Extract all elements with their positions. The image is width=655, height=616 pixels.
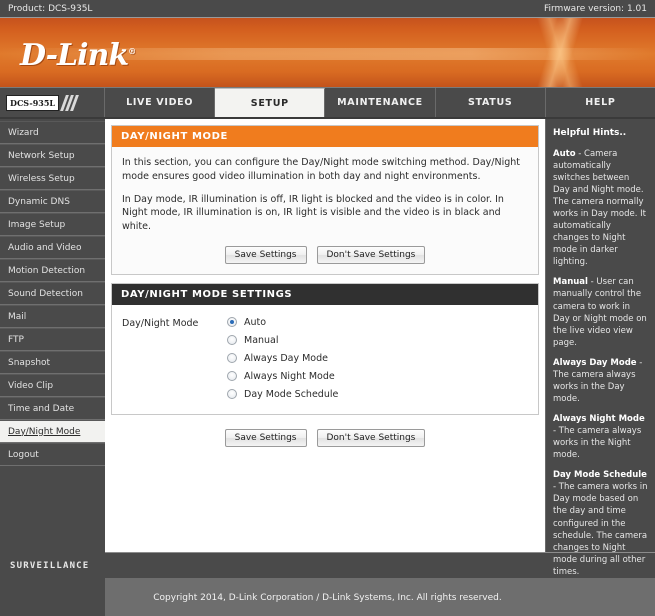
slash-decoration-icon [60,94,79,111]
tab-help[interactable]: HELP [545,88,655,117]
banner-diagonal-streak [465,18,655,87]
hint-term-always-day-mode: Always Day Mode [553,357,637,368]
radio-auto-icon[interactable] [227,317,237,328]
save-settings-button-top[interactable]: Save Settings [224,245,307,264]
radio-manual-label: Manual [244,334,279,346]
sidebar-item-dynamic-dns[interactable]: Dynamic DNS [0,190,105,213]
sidebar-item-ftp[interactable]: FTP [0,328,105,351]
hint-text-day-mode-schedule: - The camera works in Day mode based on … [553,482,648,577]
radio-option-day-mode-schedule[interactable]: Day Mode Schedule [227,389,338,400]
radio-manual-icon[interactable] [227,335,237,346]
sidebar-menu: Wizard Network Setup Wireless Setup Dyna… [0,119,105,616]
tab-setup[interactable]: SETUP [215,88,326,117]
trademark-icon: ® [128,46,136,56]
sidebar-item-audio-and-video[interactable]: Audio and Video [0,236,105,259]
intro-panel: DAY/NIGHT MODE In this section, you can … [111,125,539,275]
dont-save-settings-button-bottom[interactable]: Don't Save Settings [316,428,426,447]
sidebar-filler [0,466,105,616]
sidebar-item-wireless-setup[interactable]: Wireless Setup [0,167,105,190]
sidebar-item-motion-detection[interactable]: Motion Detection [0,259,105,282]
dlink-logo-text: D-Link [20,38,129,73]
model-badge: DCS-935L [0,88,105,117]
radio-always-day-mode-icon[interactable] [227,353,237,364]
sidebar-item-sound-detection[interactable]: Sound Detection [0,282,105,305]
radio-auto-label: Auto [244,316,267,328]
settings-panel: DAY/NIGHT MODE SETTINGS Day/Night Mode A… [111,282,539,415]
product-info-bar: Product: DCS-935L Firmware version: 1.01 [0,0,655,18]
hint-entry-day-mode-schedule: Day Mode Schedule - The camera works in … [553,469,648,578]
day-night-mode-field-row: Day/Night Mode Auto Manual Always Day Mo… [122,317,528,400]
intro-button-row: Save Settings Don't Save Settings [122,245,528,264]
intro-paragraph-2: In Day mode, IR illumination is off, IR … [122,193,504,233]
day-night-mode-label: Day/Night Mode [122,317,199,329]
hint-term-manual: Manual [553,277,588,288]
settings-button-row: Save Settings Don't Save Settings [111,428,539,447]
hint-entry-always-day-mode: Always Day Mode - The camera always work… [553,357,648,405]
tab-maintenance[interactable]: MAINTENANCE [325,88,436,117]
radio-option-manual[interactable]: Manual [227,335,338,346]
hint-entry-always-night-mode: Always Night Mode - The camera always wo… [553,413,648,461]
tab-status[interactable]: STATUS [435,88,546,117]
intro-panel-body: In this section, you can configure the D… [112,147,538,274]
surveillance-label: SURVEILLANCE [10,560,90,571]
sidebar-item-day-night-mode[interactable]: Day/Night Mode [0,420,105,443]
radio-always-day-mode-label: Always Day Mode [244,352,328,364]
radio-always-night-mode-label: Always Night Mode [244,370,335,382]
hint-text-manual: - User can manually control the camera t… [553,277,647,348]
radio-always-night-mode-icon[interactable] [227,371,237,382]
intro-paragraph-1: In this section, you can configure the D… [122,157,520,182]
main-content: DAY/NIGHT MODE In this section, you can … [105,119,545,552]
firmware-version-label: Firmware version: 1.01 [543,3,647,14]
radio-day-mode-schedule-icon[interactable] [227,389,237,400]
hint-term-day-mode-schedule: Day Mode Schedule [553,470,647,481]
intro-panel-title: DAY/NIGHT MODE [112,126,538,147]
sidebar-item-wizard[interactable]: Wizard [0,121,105,144]
tab-live-video[interactable]: LIVE VIDEO [105,88,216,117]
sidebar-item-mail[interactable]: Mail [0,305,105,328]
radio-option-auto[interactable]: Auto [227,317,338,328]
sidebar-item-logout[interactable]: Logout [0,443,105,466]
helpful-hints-panel: Helpful Hints.. Auto - Camera automatica… [545,119,655,577]
hint-text-auto: - Camera automatically switches between … [553,148,646,268]
dont-save-settings-button-top[interactable]: Don't Save Settings [316,245,426,264]
radio-day-mode-schedule-label: Day Mode Schedule [244,388,339,400]
hint-entry-auto: Auto - Camera automatically switches bet… [553,148,648,269]
day-night-mode-radio-group: Auto Manual Always Day Mode Always Night… [227,317,338,400]
product-label: Product: DCS-935L [8,3,93,14]
sidebar-item-snapshot[interactable]: Snapshot [0,351,105,374]
hint-entry-manual: Manual - User can manually control the c… [553,276,648,348]
settings-panel-title: DAY/NIGHT MODE SETTINGS [112,283,538,305]
page-root: Product: DCS-935L Firmware version: 1.01… [0,0,655,616]
radio-option-always-night-mode[interactable]: Always Night Mode [227,371,338,382]
sidebar-item-network-setup[interactable]: Network Setup [0,144,105,167]
brand-banner: D-Link® [0,18,655,88]
dlink-logo: D-Link® [20,38,136,73]
hint-term-auto: Auto [553,148,576,159]
radio-option-always-day-mode[interactable]: Always Day Mode [227,353,338,364]
main-nav-tabs: DCS-935L LIVE VIDEO SETUP MAINTENANCE ST… [0,88,655,119]
save-settings-button-bottom[interactable]: Save Settings [224,428,307,447]
sidebar-item-time-and-date[interactable]: Time and Date [0,397,105,420]
settings-panel-body: Day/Night Mode Auto Manual Always Day Mo… [112,304,538,414]
sidebar-item-video-clip[interactable]: Video Clip [0,374,105,397]
model-badge-label: DCS-935L [6,94,60,111]
hint-term-always-night-mode: Always Night Mode [553,414,645,425]
hint-text-always-night-mode: - The camera always works in the Night m… [553,426,642,461]
hints-title: Helpful Hints.. [553,128,627,138]
body-columns: Wizard Network Setup Wireless Setup Dyna… [0,119,655,616]
sidebar-item-image-setup[interactable]: Image Setup [0,213,105,236]
